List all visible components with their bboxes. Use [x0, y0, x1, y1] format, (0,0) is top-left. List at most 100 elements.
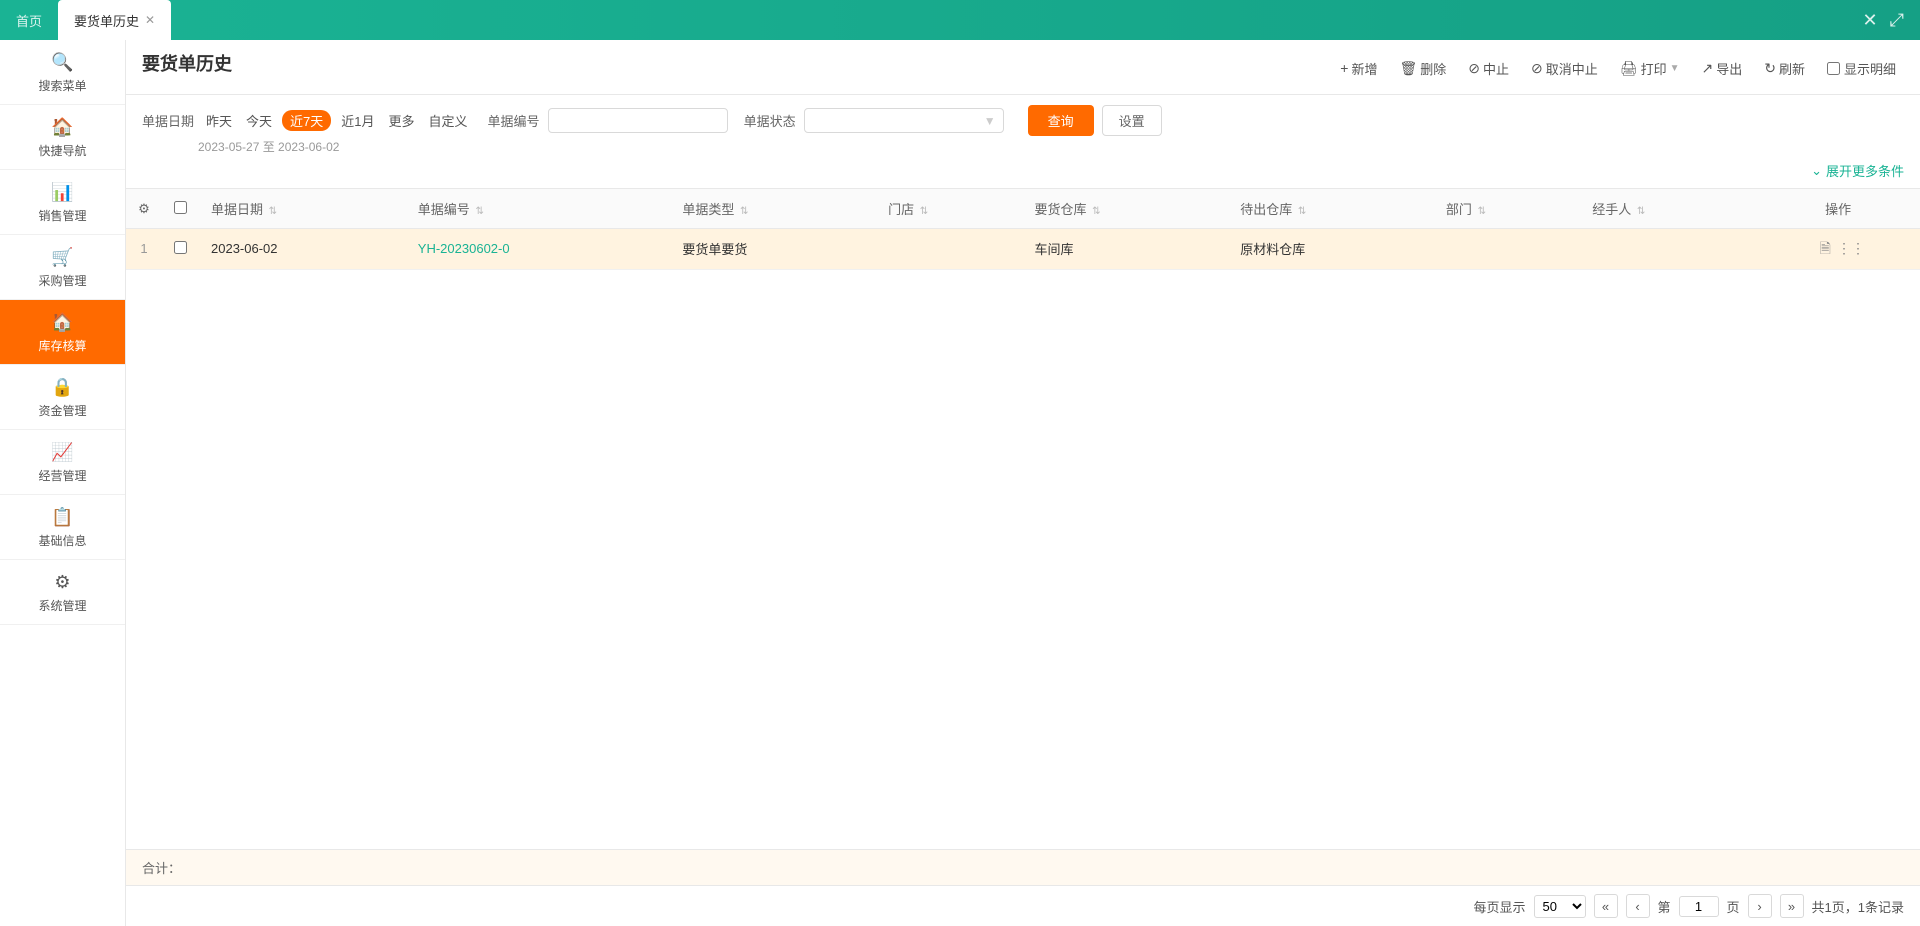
sidebar-system-label: 系统管理 — [38, 597, 86, 614]
th-req-warehouse-label: 要货仓库 — [1034, 202, 1086, 217]
sidebar-item-basic-info[interactable]: 📋 基础信息 — [0, 495, 125, 560]
date-today[interactable]: 今天 — [242, 110, 276, 131]
next-page-button[interactable]: › — [1748, 894, 1772, 918]
pagination-bar: 每页显示 50 100 « ‹ 第 页 › » 共1页，1条记录 — [126, 885, 1920, 926]
top-bar-right: ✕ ⤢ — [1863, 10, 1920, 31]
last-page-button[interactable]: » — [1780, 894, 1804, 918]
sidebar-inventory-label: 库存核算 — [38, 337, 86, 354]
date-shortcuts: 昨天 今天 近7天 近1月 更多 自定义 — [202, 110, 472, 131]
sidebar-item-purchase[interactable]: 🛒 采购管理 — [0, 235, 125, 300]
inventory-icon: 🏠 — [51, 312, 73, 333]
show-detail-label: 显示明细 — [1844, 59, 1896, 78]
th-dept[interactable]: 部门 ⇅ — [1434, 189, 1580, 229]
prev-page-button[interactable]: ‹ — [1626, 894, 1650, 918]
filter-action-buttons: 查询 设置 — [1028, 105, 1162, 136]
purchase-icon: 🛒 — [51, 247, 73, 268]
finance-icon: 🔒 — [51, 377, 73, 398]
th-handler[interactable]: 经手人 ⇅ — [1580, 189, 1756, 229]
sidebar-item-sales[interactable]: 📊 销售管理 — [0, 170, 125, 235]
status-label: 单据状态 — [744, 111, 796, 130]
th-req-warehouse[interactable]: 要货仓库 ⇅ — [1022, 189, 1228, 229]
row-req-warehouse: 车间库 — [1022, 229, 1228, 270]
date-7days[interactable]: 近7天 — [282, 110, 331, 131]
refresh-icon: ↻ — [1764, 60, 1776, 77]
sidebar-item-operations[interactable]: 📈 经营管理 — [0, 430, 125, 495]
export-button[interactable]: ↗ 导出 — [1693, 55, 1750, 82]
delete-icon: 🗑 — [1399, 60, 1417, 77]
export-label: 导出 — [1716, 59, 1742, 78]
print-icon: 🖨 — [1620, 60, 1638, 77]
content-area: 要货单历史 + 新增 🗑 删除 ⊘ 中止 ⊘ 取消中止 — [126, 40, 1920, 926]
th-pending-warehouse[interactable]: 待出仓库 ⇅ — [1228, 189, 1434, 229]
query-button[interactable]: 查询 — [1028, 105, 1094, 136]
select-all-checkbox[interactable] — [174, 201, 187, 214]
row-ops: 🗎 ⋮⋮ — [1756, 229, 1920, 270]
toolbar: + 新增 🗑 删除 ⊘ 中止 ⊘ 取消中止 🖨 打印 — [1332, 55, 1904, 82]
row-checkbox[interactable] — [174, 241, 187, 254]
sidebar-item-quick-nav[interactable]: 🏠 快捷导航 — [0, 105, 125, 170]
tab-order-history[interactable]: 要货单历史 ✕ — [58, 0, 171, 40]
date-more[interactable]: 更多 — [385, 110, 419, 131]
refresh-label: 刷新 — [1779, 59, 1805, 78]
row-view-button[interactable]: 🗎 — [1814, 239, 1836, 261]
row-order-no: YH-20230602-0 — [406, 229, 671, 270]
th-order-type-sort-icon: ⇅ — [740, 206, 748, 217]
row-dept — [1434, 229, 1580, 270]
sales-icon: 📊 — [51, 182, 73, 203]
column-settings-icon[interactable]: ⚙ — [138, 201, 150, 216]
row-more-button[interactable]: ⋮⋮ — [1840, 237, 1862, 259]
row-store — [876, 229, 1022, 270]
th-ops: 操作 — [1756, 189, 1920, 229]
th-store-sort-icon: ⇅ — [920, 206, 928, 217]
th-settings[interactable]: ⚙ — [126, 189, 162, 229]
date-filter-group: 单据日期 昨天 今天 近7天 近1月 更多 自定义 — [142, 110, 472, 131]
th-store[interactable]: 门店 ⇅ — [876, 189, 1022, 229]
stop-button[interactable]: ⊘ 中止 — [1460, 55, 1517, 82]
tab-home[interactable]: 首页 — [0, 0, 58, 40]
th-order-type[interactable]: 单据类型 ⇅ — [670, 189, 876, 229]
show-detail-toggle[interactable]: 显示明细 — [1819, 55, 1904, 82]
page-header: 要货单历史 + 新增 🗑 删除 ⊘ 中止 ⊘ 取消中止 — [126, 40, 1920, 95]
sidebar-search-menu-label: 搜索菜单 — [38, 77, 86, 94]
print-button[interactable]: 🖨 打印 ▼ — [1612, 55, 1688, 82]
window-resize-icon[interactable]: ⤢ — [1890, 10, 1904, 31]
date-custom[interactable]: 自定义 — [425, 110, 472, 131]
th-pending-warehouse-label: 待出仓库 — [1240, 202, 1292, 217]
tab-close-icon[interactable]: ✕ — [145, 13, 155, 27]
expand-filter-button[interactable]: ⌄ 展开更多条件 — [1811, 161, 1904, 180]
date-range-display: 2023-05-27 至 2023-06-02 — [142, 138, 1904, 155]
status-select-wrapper: ▼ — [804, 108, 1004, 133]
new-button[interactable]: + 新增 — [1332, 55, 1385, 82]
show-detail-checkbox[interactable] — [1827, 62, 1840, 75]
sidebar-item-system[interactable]: ⚙ 系统管理 — [0, 560, 125, 625]
sidebar-item-search-menu[interactable]: 🔍 搜索菜单 — [0, 40, 125, 105]
th-date[interactable]: 单据日期 ⇅ — [199, 189, 406, 229]
data-table: ⚙ 单据日期 ⇅ 单据编号 ⇅ — [126, 189, 1920, 270]
sidebar-item-finance[interactable]: 🔒 资金管理 — [0, 365, 125, 430]
tab-order-history-label: 要货单历史 — [74, 11, 139, 30]
page-input[interactable] — [1679, 896, 1719, 917]
per-page-select[interactable]: 50 100 — [1534, 895, 1586, 918]
th-handler-sort-icon: ⇅ — [1637, 206, 1645, 217]
window-close-icon[interactable]: ✕ — [1863, 10, 1878, 31]
order-no-input[interactable] — [548, 108, 728, 133]
filter-bar: 单据日期 昨天 今天 近7天 近1月 更多 自定义 单据编号 — [126, 95, 1920, 189]
th-req-warehouse-sort-icon: ⇅ — [1092, 206, 1100, 217]
date-yesterday[interactable]: 昨天 — [202, 110, 236, 131]
th-order-no-sort-icon: ⇅ — [475, 206, 483, 217]
first-page-button[interactable]: « — [1594, 894, 1618, 918]
th-order-no[interactable]: 单据编号 ⇅ — [406, 189, 671, 229]
status-select[interactable] — [804, 108, 1004, 133]
sidebar-operations-label: 经营管理 — [38, 467, 86, 484]
table-footer: 合计： — [126, 849, 1920, 885]
settings-button[interactable]: 设置 — [1102, 105, 1162, 136]
row-order-no-link[interactable]: YH-20230602-0 — [418, 241, 510, 256]
refresh-button[interactable]: ↻ 刷新 — [1756, 55, 1813, 82]
basic-info-icon: 📋 — [51, 507, 73, 528]
delete-button[interactable]: 🗑 删除 — [1391, 55, 1454, 82]
page-suffix: 页 — [1727, 897, 1740, 916]
sidebar-item-inventory[interactable]: 🏠 库存核算 — [0, 300, 125, 365]
new-icon: + — [1340, 60, 1348, 76]
cancel-stop-button[interactable]: ⊘ 取消中止 — [1523, 55, 1606, 82]
date-1month[interactable]: 近1月 — [337, 110, 378, 131]
